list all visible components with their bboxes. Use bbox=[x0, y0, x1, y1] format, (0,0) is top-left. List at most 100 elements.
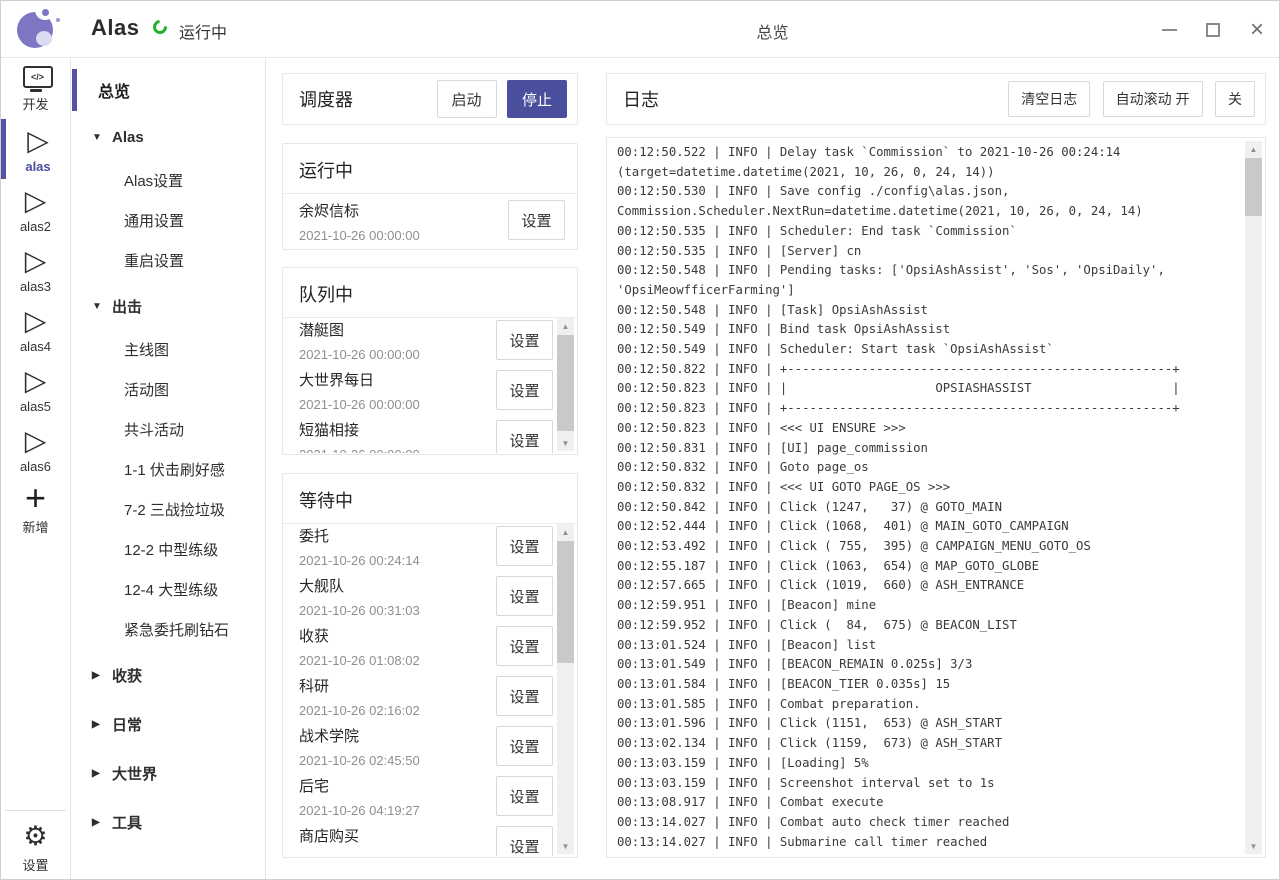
task-name: 委托 bbox=[299, 525, 477, 546]
rail-item-settings[interactable]: 设置 bbox=[1, 817, 70, 877]
menu-item[interactable]: 总览 bbox=[72, 69, 265, 111]
task-settings-button[interactable]: 设置 bbox=[496, 576, 553, 616]
menu-item[interactable]: 出击 bbox=[72, 284, 265, 329]
nav-menu: 总览 Alas Alas设置 通用设置 重启设置 bbox=[72, 59, 266, 879]
log-line: 00:12:50.823 | INFO | | OPSIASHASSIST | bbox=[617, 379, 1244, 399]
scroll-up-icon[interactable]: ▲ bbox=[557, 524, 574, 540]
scroll-down-icon[interactable]: ▼ bbox=[557, 435, 574, 451]
menu-item[interactable]: 12-4 大型练级 bbox=[72, 569, 265, 609]
scroll-up-icon[interactable]: ▲ bbox=[1245, 141, 1262, 157]
menu-item[interactable]: 收获 bbox=[72, 653, 265, 698]
task-name: 收获 bbox=[299, 625, 477, 646]
menu-item[interactable]: 共斗活动 bbox=[72, 409, 265, 449]
queued-scrollbar[interactable]: ▲ ▼ bbox=[557, 318, 574, 451]
rail-item[interactable]: alas4 bbox=[1, 299, 70, 359]
queued-title: 队列中 bbox=[299, 285, 353, 305]
log-line: 00:12:59.951 | INFO | [Beacon] mine bbox=[617, 596, 1244, 616]
log-line: 00:12:50.535 | INFO | [Server] cn bbox=[617, 242, 1244, 262]
close-icon: × bbox=[1250, 18, 1264, 42]
rail-item-icon bbox=[25, 425, 47, 457]
scrollbar-thumb[interactable] bbox=[557, 335, 574, 431]
maximize-button[interactable] bbox=[1191, 1, 1235, 58]
log-output-panel: 00:12:50.522 | INFO | Delay task `Commis… bbox=[606, 137, 1266, 858]
waiting-scrollbar[interactable]: ▲ ▼ bbox=[557, 524, 574, 854]
log-line: 00:13:03.159 | INFO | [Loading] 5% bbox=[617, 754, 1244, 774]
rail-item[interactable]: alas5 bbox=[1, 359, 70, 419]
menu-item[interactable]: 日常 bbox=[72, 702, 265, 747]
rail-item[interactable]: alas3 bbox=[1, 239, 70, 299]
rail-item-icon bbox=[27, 125, 49, 157]
rail-item-label: alas6 bbox=[20, 459, 51, 474]
task-settings-button[interactable]: 设置 bbox=[496, 676, 553, 716]
rail-item[interactable]: 开发 bbox=[1, 59, 70, 119]
task-row: 委托 2021-10-26 00:24:14 设置 bbox=[283, 521, 577, 571]
menu-item[interactable]: 重启设置 bbox=[72, 240, 265, 280]
rail-item[interactable]: alas bbox=[1, 119, 70, 179]
scrollbar-thumb[interactable] bbox=[1245, 158, 1262, 216]
task-row: 商店购买 2021-10-26 04:19:27 设置 bbox=[283, 821, 577, 856]
group-arrow-icon bbox=[92, 670, 112, 681]
menu-item-label: 活动图 bbox=[124, 379, 169, 400]
rail-divider bbox=[5, 810, 66, 811]
rail-item[interactable]: alas6 bbox=[1, 419, 70, 479]
task-next-run-time: 2021-10-26 02:45:50 bbox=[299, 753, 477, 768]
rail-item[interactable]: 新增 bbox=[1, 479, 70, 539]
waiting-title: 等待中 bbox=[299, 491, 353, 511]
log-panel-header: 日志 清空日志 自动滚动 开 关 bbox=[606, 73, 1266, 125]
menu-item[interactable]: 工具 bbox=[72, 800, 265, 845]
queued-task-list: 潜艇图 2021-10-26 00:00:00 设置 大世界每日 2021-10… bbox=[283, 315, 577, 453]
task-settings-button[interactable]: 设置 bbox=[508, 200, 565, 240]
menu-item[interactable]: 通用设置 bbox=[72, 200, 265, 240]
task-settings-button[interactable]: 设置 bbox=[496, 626, 553, 666]
task-next-run-time: 2021-10-26 04:19:27 bbox=[299, 853, 477, 856]
task-settings-button[interactable]: 设置 bbox=[496, 726, 553, 766]
scrollbar-thumb[interactable] bbox=[557, 541, 574, 663]
task-settings-button[interactable]: 设置 bbox=[496, 420, 553, 453]
task-settings-button[interactable]: 设置 bbox=[496, 526, 553, 566]
task-settings-button[interactable]: 设置 bbox=[496, 320, 553, 360]
log-line: 00:12:50.548 | INFO | Pending tasks: ['O… bbox=[617, 261, 1244, 281]
start-button[interactable]: 启动 bbox=[437, 80, 497, 118]
title-bar: Alas 运行中 总览 × bbox=[1, 1, 1279, 58]
autoscroll-off-button[interactable]: 关 bbox=[1215, 81, 1255, 117]
window-controls: × bbox=[1147, 1, 1279, 58]
log-line: 00:12:50.832 | INFO | <<< UI GOTO PAGE_O… bbox=[617, 478, 1244, 498]
running-spinner-icon bbox=[150, 17, 170, 37]
task-settings-button[interactable]: 设置 bbox=[496, 826, 553, 856]
queued-header: 队列中 bbox=[283, 268, 577, 318]
menu-item[interactable]: 紧急委托刷钻石 bbox=[72, 609, 265, 649]
menu-item[interactable]: 主线图 bbox=[72, 329, 265, 369]
menu-item[interactable]: Alas bbox=[72, 115, 265, 160]
rail-item-label: 新增 bbox=[22, 517, 48, 536]
menu-item[interactable]: 7-2 三战捡垃圾 bbox=[72, 489, 265, 529]
menu-item[interactable]: 1-1 伏击刷好感 bbox=[72, 449, 265, 489]
task-next-run-time: 2021-10-26 00:24:14 bbox=[299, 553, 477, 568]
task-settings-button[interactable]: 设置 bbox=[496, 776, 553, 816]
task-name: 商店购买 bbox=[299, 825, 477, 846]
close-button[interactable]: × bbox=[1235, 1, 1279, 58]
task-next-run-time: 2021-10-26 00:00:00 bbox=[299, 447, 477, 453]
running-task-list: 余烬信标 2021-10-26 00:00:00 设置 bbox=[283, 192, 577, 248]
clear-log-button[interactable]: 清空日志 bbox=[1008, 81, 1090, 117]
minimize-button[interactable] bbox=[1147, 1, 1191, 58]
scroll-down-icon[interactable]: ▼ bbox=[1245, 838, 1262, 854]
task-row: 短猫相接 2021-10-26 00:00:00 设置 bbox=[283, 415, 577, 453]
task-settings-button[interactable]: 设置 bbox=[496, 370, 553, 410]
rail-item-label: alas5 bbox=[20, 399, 51, 414]
autoscroll-on-button[interactable]: 自动滚动 开 bbox=[1103, 81, 1203, 117]
menu-item[interactable]: 12-2 中型练级 bbox=[72, 529, 265, 569]
menu-item[interactable]: 活动图 bbox=[72, 369, 265, 409]
page-title: 总览 bbox=[266, 19, 1279, 43]
task-row: 余烬信标 2021-10-26 00:00:00 设置 bbox=[283, 192, 577, 248]
running-header: 运行中 bbox=[283, 144, 577, 194]
scroll-up-icon[interactable]: ▲ bbox=[557, 318, 574, 334]
menu-item[interactable]: 大世界 bbox=[72, 751, 265, 796]
log-line: 00:12:50.823 | INFO | +-----------------… bbox=[617, 399, 1244, 419]
menu-item[interactable]: Alas设置 bbox=[72, 160, 265, 200]
log-scrollbar[interactable]: ▲ ▼ bbox=[1245, 141, 1262, 854]
stop-button[interactable]: 停止 bbox=[507, 80, 567, 118]
waiting-section: 等待中 委托 2021-10-26 00:24:14 设置 大舰队 2021-1… bbox=[282, 473, 578, 858]
scroll-down-icon[interactable]: ▼ bbox=[557, 838, 574, 854]
rail-item[interactable]: alas2 bbox=[1, 179, 70, 239]
maximize-icon bbox=[1206, 23, 1220, 37]
